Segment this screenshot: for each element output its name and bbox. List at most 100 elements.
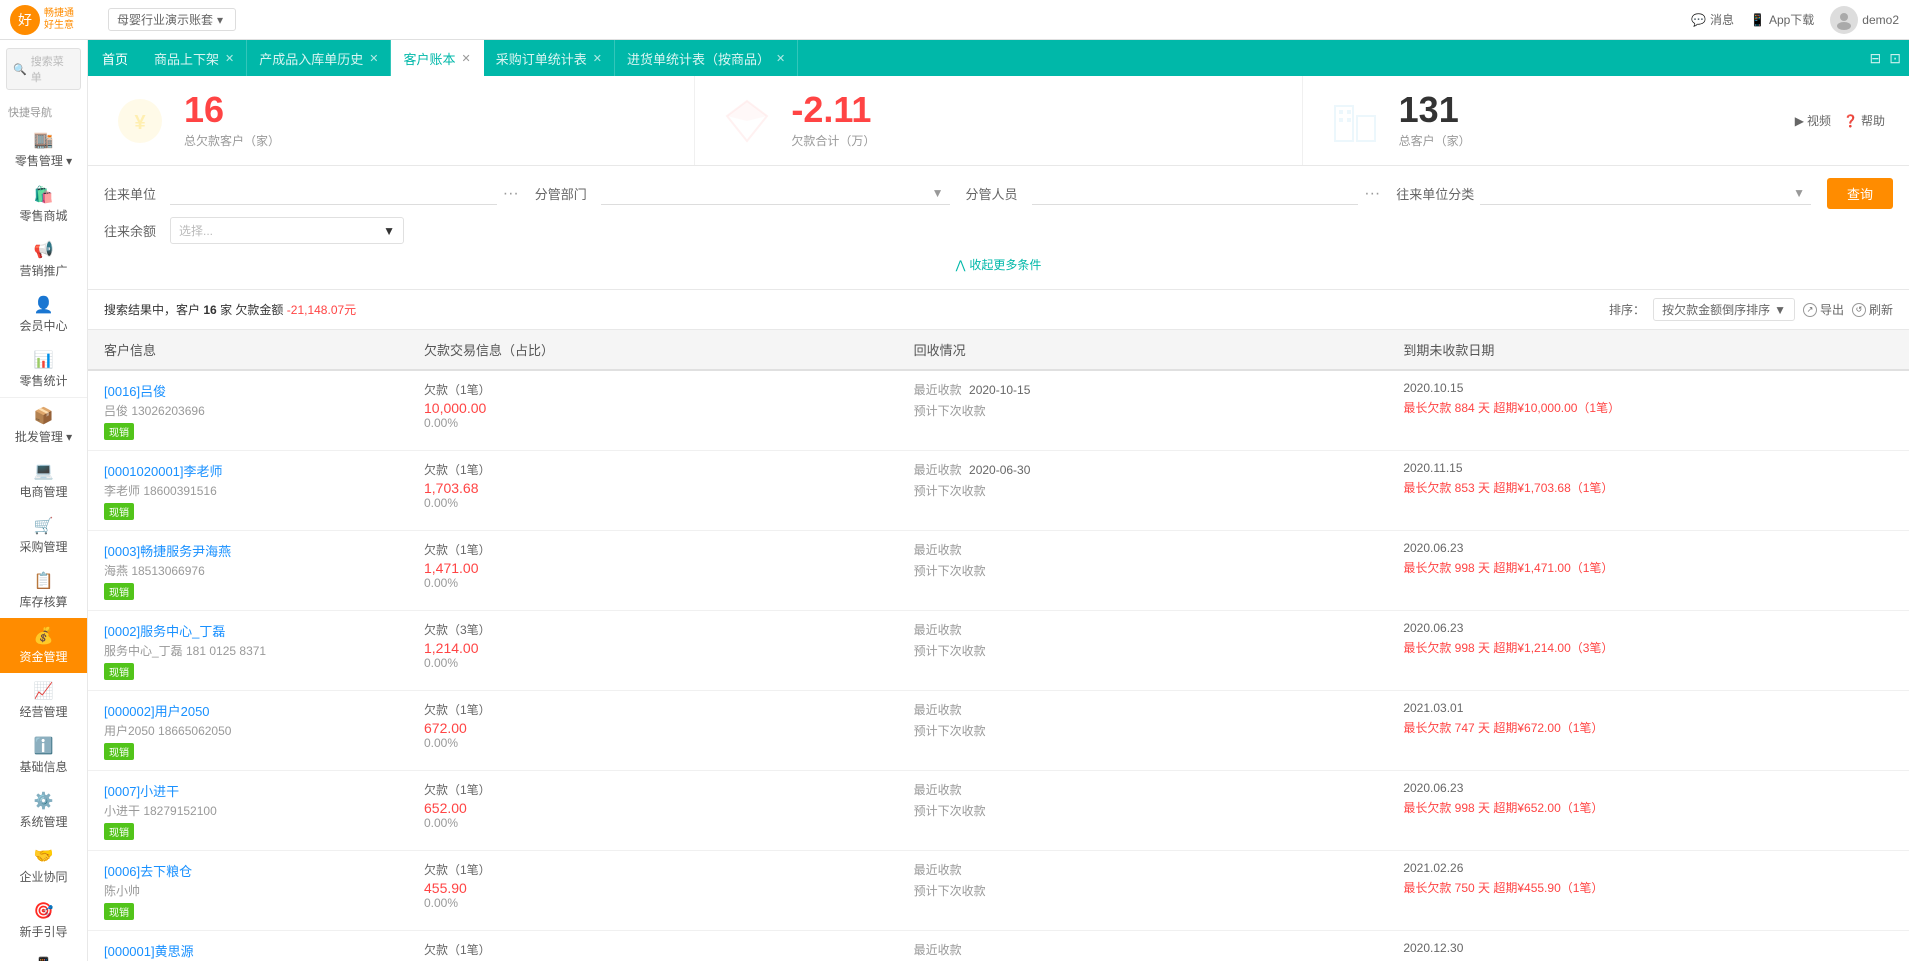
- customer-name-4[interactable]: [000002]用户2050: [104, 704, 210, 719]
- department-label: 分管部门: [535, 184, 595, 203]
- manager-input[interactable]: [1032, 182, 1359, 205]
- stat-card-debt-total: -2.11 欠款合计（万）: [695, 76, 1302, 165]
- customer-cell-1: [0001020001]李老师 李老师 18600391516 现销: [104, 461, 424, 520]
- video-helper-button[interactable]: ▶ 视频: [1795, 112, 1831, 129]
- manager-dots[interactable]: ···: [1364, 185, 1380, 203]
- customer-name-1[interactable]: [0001020001]李老师: [104, 464, 223, 479]
- sidebar-item-retail-stats[interactable]: 📊 零售统计: [0, 342, 87, 397]
- enterprise-icon: 🤝: [34, 846, 54, 866]
- industry-selector[interactable]: 母婴行业演示账套 ▾: [108, 8, 236, 31]
- recovery-cell-1: 最近收款 2020-06-30 预计下次收款: [914, 461, 1404, 520]
- customer-phone-0: 吕俊 13026203696: [104, 402, 424, 419]
- customer-name-3[interactable]: [0002]服务中心_丁磊: [104, 624, 225, 639]
- recovery-cell-4: 最近收款 预计下次收款: [914, 701, 1404, 760]
- sidebar-item-retail-mgmt[interactable]: 🏬 零售管理 ▾: [0, 122, 87, 177]
- table-row: [0002]服务中心_丁磊 服务中心_丁磊 181 0125 8371 现销 欠…: [88, 611, 1909, 691]
- customer-cell-5: [0007]小进干 小进干 18279152100 现销: [104, 781, 424, 840]
- table-header: 客户信息 欠款交易信息（占比） 回收情况 到期未收款日期: [88, 330, 1909, 371]
- counterparty-dots[interactable]: ···: [503, 185, 519, 203]
- refresh-button[interactable]: ↺ 刷新: [1852, 301, 1893, 318]
- finance-icon: 💰: [34, 626, 54, 646]
- department-arrow-icon: ▼: [932, 186, 944, 200]
- due-cell-1: 2020.11.15 最长欠款 853 天 超期¥1,703.68（1笔）: [1403, 461, 1893, 520]
- tab-minimize-button[interactable]: ⊟: [1870, 50, 1882, 67]
- tab-purchase-stats[interactable]: 采购订单统计表 ✕: [484, 40, 615, 76]
- tab-close-product[interactable]: ✕: [225, 52, 234, 65]
- filter-balance: 往来余额 选择... ▼: [104, 217, 404, 244]
- help-icon: ❓: [1843, 114, 1858, 128]
- sidebar-item-marketing[interactable]: 📢 营销推广: [0, 232, 87, 287]
- header-debt-info: 欠款交易信息（占比）: [424, 340, 914, 359]
- sidebar-item-member[interactable]: 👤 会员中心: [0, 287, 87, 342]
- total-customers-number: 131: [1399, 92, 1471, 128]
- quick-nav-label: 快捷导航: [0, 98, 87, 122]
- logo-area: 好 畅捷通 好生意: [10, 5, 98, 35]
- sidebar-item-ecommerce[interactable]: 💻 电商管理: [0, 453, 87, 508]
- customer-name-6[interactable]: [0006]去下粮仓: [104, 864, 192, 879]
- logo-text: 畅捷通 好生意: [44, 8, 74, 32]
- filter-area: 往来单位 ··· 分管部门 ▼ 分管人员: [88, 166, 1909, 290]
- due-cell-5: 2020.06.23 最长欠款 998 天 超期¥652.00（1笔）: [1403, 781, 1893, 840]
- sidebar-item-enterprise[interactable]: 🤝 企业协同: [0, 838, 87, 893]
- tab-maximize-button[interactable]: ⊡: [1889, 50, 1901, 67]
- tab-close-production[interactable]: ✕: [369, 52, 378, 65]
- sidebar-item-system[interactable]: ⚙️ 系统管理: [0, 783, 87, 838]
- sidebar-search[interactable]: 🔍 搜索菜单: [0, 40, 87, 98]
- due-cell-0: 2020.10.15 最长欠款 884 天 超期¥10,000.00（1笔）: [1403, 381, 1893, 440]
- data-table: 客户信息 欠款交易信息（占比） 回收情况 到期未收款日期 [0016]吕俊 吕俊…: [88, 330, 1909, 961]
- inventory-icon: 📋: [34, 571, 54, 591]
- sidebar-item-guide[interactable]: 🎯 新手引导: [0, 893, 87, 948]
- stat-card-total-customers: 131 总客户（家） ▶ 视频 ❓ 帮助: [1303, 76, 1909, 165]
- collapse-button[interactable]: ⋀ 收起更多条件: [104, 252, 1893, 277]
- stats-row: ¥ 16 总欠款客户（家）: [88, 76, 1909, 166]
- sidebar-item-wholesale-mgmt[interactable]: 📦 批发管理 ▾: [0, 397, 87, 453]
- message-button[interactable]: 💬 消息: [1691, 11, 1734, 28]
- marketing-icon: 📢: [34, 240, 54, 260]
- sidebar-item-operations[interactable]: 📈 经营管理: [0, 673, 87, 728]
- counterparty-input[interactable]: [170, 182, 497, 205]
- customer-name-7[interactable]: [000001]黄思源: [104, 944, 194, 959]
- balance-select[interactable]: 选择... ▼: [170, 217, 404, 244]
- recovery-cell-0: 最近收款 2020-10-15 预计下次收款: [914, 381, 1404, 440]
- customer-name-0[interactable]: [0016]吕俊: [104, 384, 166, 399]
- industry-name: 母婴行业演示账套: [117, 11, 213, 28]
- debt-total-label: 欠款合计（万）: [791, 132, 875, 149]
- department-select[interactable]: ▼: [601, 182, 950, 205]
- tab-stock-stats[interactable]: 进货单统计表（按商品） ✕: [615, 40, 798, 76]
- collapse-icon: ⋀: [956, 258, 966, 272]
- debt-cell-4: 欠款（1笔） 672.00 0.00%: [424, 701, 914, 760]
- sidebar-item-basic-info[interactable]: ℹ️ 基础信息: [0, 728, 87, 783]
- tab-close-customer[interactable]: ✕: [462, 52, 471, 65]
- sidebar-item-app-center[interactable]: 📱 应用中心: [0, 948, 87, 961]
- tab-production-history[interactable]: 产成品入库单历史 ✕: [247, 40, 391, 76]
- tab-close-stock[interactable]: ✕: [776, 52, 785, 65]
- customer-name-2[interactable]: [0003]畅捷服务尹海燕: [104, 544, 231, 559]
- diamond-icon: [719, 93, 775, 149]
- sidebar-item-retail-mall[interactable]: 🛍️ 零售商城: [0, 177, 87, 232]
- results-summary: 搜索结果中，客户 16 家 欠款金额 -21,148.07元: [104, 301, 356, 318]
- tab-close-purchase[interactable]: ✕: [593, 52, 602, 65]
- sidebar-item-purchase[interactable]: 🛒 采购管理: [0, 508, 87, 563]
- tab-customer-account[interactable]: 客户账本 ✕: [391, 40, 483, 76]
- table-row: [0006]去下粮仓 陈小帅 现销 欠款（1笔） 455.90 0.00% 最近…: [88, 851, 1909, 931]
- recovery-cell-3: 最近收款 预计下次收款: [914, 621, 1404, 680]
- customer-cell-2: [0003]畅捷服务尹海燕 海燕 18513066976 现销: [104, 541, 424, 600]
- search-button[interactable]: 查询: [1827, 178, 1893, 209]
- unit-category-select[interactable]: ▼: [1480, 182, 1811, 205]
- unit-category-label: 往来单位分类: [1396, 184, 1474, 203]
- table-row: [0016]吕俊 吕俊 13026203696 现销 欠款（1笔） 10,000…: [88, 371, 1909, 451]
- app-download-button[interactable]: 📱 App下载: [1750, 11, 1814, 28]
- sidebar: 🔍 搜索菜单 快捷导航 🏬 零售管理 ▾ 🛍️ 零售商城 📢 营销推广 👤 会员…: [0, 40, 88, 961]
- tab-product-onoff[interactable]: 商品上下架 ✕: [142, 40, 247, 76]
- export-button[interactable]: ↗ 导出: [1803, 301, 1844, 318]
- sidebar-item-finance[interactable]: 💰 资金管理: [0, 618, 87, 673]
- tab-home[interactable]: 首页: [88, 49, 142, 68]
- customer-name-5[interactable]: [0007]小进干: [104, 784, 179, 799]
- help-helper-button[interactable]: ❓ 帮助: [1843, 112, 1885, 129]
- sidebar-item-inventory[interactable]: 📋 库存核算: [0, 563, 87, 618]
- sort-select[interactable]: 按欠款金额倒序排序 ▼: [1653, 298, 1795, 321]
- user-avatar[interactable]: demo2: [1830, 6, 1899, 34]
- mall-icon: 🛍️: [34, 185, 54, 205]
- unit-category-arrow-icon: ▼: [1793, 186, 1805, 200]
- header-due-date: 到期未收款日期: [1403, 340, 1893, 359]
